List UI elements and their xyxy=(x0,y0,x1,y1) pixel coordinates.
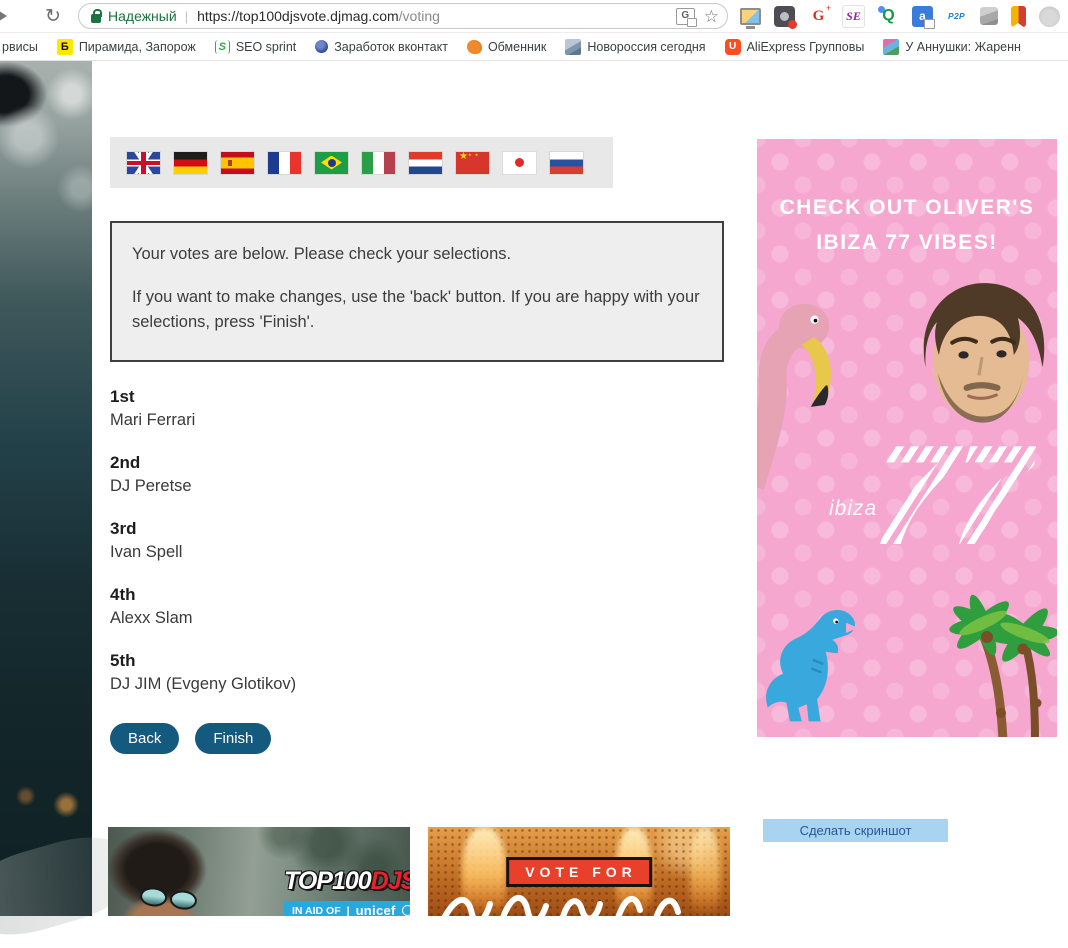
take-screenshot-button[interactable]: Сделать скриншот xyxy=(763,819,948,842)
banner-man-photo xyxy=(108,827,232,916)
ad-title: CHECK OUT OLIVER'S IBIZA 77 VIBES! xyxy=(757,191,1057,260)
url-text: https://top100djsvote.djmag.com/voting xyxy=(197,8,676,24)
secure-label: Надежный xyxy=(108,8,177,24)
flag-italy-icon[interactable] xyxy=(362,151,395,174)
in-aid-of-label: IN AID OF xyxy=(292,904,341,917)
browser-toolbar: ↻ Надежный | https://top100djsvote.djmag… xyxy=(0,0,1068,33)
flag-uk-icon[interactable] xyxy=(127,151,160,174)
unicef-emblem-icon xyxy=(401,905,410,916)
vote-item: 4th Alexx Slam xyxy=(110,584,530,630)
bookmark-star-icon[interactable]: ☆ xyxy=(704,8,719,25)
vote-item: 5th DJ JIM (Evgeny Glotikov) xyxy=(110,650,530,696)
vote-item: 3rd Ivan Spell xyxy=(110,518,530,564)
bookmark-item[interactable]: Новороссия сегодня xyxy=(565,38,706,55)
instructions-line-2: If you want to make changes, use the 'ba… xyxy=(132,287,700,332)
ad-title-line-1: CHECK OUT OLIVER'S xyxy=(779,196,1035,219)
instructions-line-1: Your votes are below. Please check your … xyxy=(132,245,512,263)
bookmark-item[interactable]: Заработок вконтакт xyxy=(315,40,448,54)
translate-page-icon[interactable]: G xyxy=(675,7,697,27)
forward-icon xyxy=(0,9,7,23)
se-service-icon[interactable]: SE xyxy=(842,4,865,28)
vote-dj-name: Alexx Slam xyxy=(110,609,193,628)
votes-list: 1st Mari Ferrari 2nd DJ Peretse 3rd Ivan… xyxy=(110,386,530,716)
page-content: Your votes are below. Please check your … xyxy=(0,60,1068,916)
translate-icon[interactable]: a xyxy=(912,5,935,29)
vote-item: 1st Mari Ferrari xyxy=(110,386,530,432)
vote-item: 2nd DJ Peretse xyxy=(110,452,530,498)
browser-chrome: ↻ Надежный | https://top100djsvote.djmag… xyxy=(0,0,1068,61)
vote-dj-name: DJ Peretse xyxy=(110,476,192,495)
ad-ibiza77-banner[interactable]: CHECK OUT OLIVER'S IBIZA 77 VIBES! ibiza… xyxy=(757,139,1057,737)
url-domain: https://top100djsvote.djmag.com xyxy=(197,8,399,24)
bookmark-item[interactable]: У Аннушки: Жаренн xyxy=(883,38,1021,55)
extensions-area: G SE Qa P2P xyxy=(740,3,1068,29)
vote-rank: 5th xyxy=(110,651,136,671)
flag-china-icon[interactable] xyxy=(456,151,489,174)
oliver-face-icon xyxy=(923,283,1045,423)
unicef-strip: IN AID OF | unicef xyxy=(284,901,410,916)
reload-button[interactable]: ↻ xyxy=(38,7,68,26)
bookmark-item[interactable]: рвисы xyxy=(2,40,38,54)
bookmarks-bar: рвисы Б Пирамида, Запорож S SEO sprint З… xyxy=(0,33,1068,61)
banner-top100djs[interactable]: TOP100DJS IN AID OF | unicef xyxy=(108,827,410,916)
flag-spain-icon[interactable] xyxy=(221,151,254,174)
ad-title-line-2: IBIZA 77 VIBES! xyxy=(816,230,998,254)
unicef-label: unicef xyxy=(355,903,396,916)
lock-icon xyxy=(91,8,102,23)
vote-dj-name: Mari Ferrari xyxy=(110,410,196,429)
vote-rank: 2nd xyxy=(110,453,141,473)
bookmark-flag-icon[interactable] xyxy=(1011,5,1026,28)
bookmark-item[interactable]: U AliExpress Групповы xyxy=(724,38,864,55)
77-numerals: 77 xyxy=(864,416,1040,575)
flag-russia-icon[interactable] xyxy=(550,151,583,174)
vote-rank: 1st xyxy=(110,387,135,406)
top100djs-logo: TOP100DJS xyxy=(284,867,410,895)
p2p-icon[interactable]: P2P xyxy=(946,6,967,27)
instructions-box: Your votes are below. Please check your … xyxy=(110,221,724,362)
background-photo xyxy=(0,60,92,916)
flag-germany-icon[interactable] xyxy=(174,151,207,174)
g-service-icon[interactable]: G xyxy=(808,3,831,27)
fire-disabled-icon[interactable] xyxy=(1039,5,1060,27)
finish-button[interactable]: Finish xyxy=(195,723,272,754)
flag-brazil-icon[interactable] xyxy=(315,151,348,174)
flag-netherlands-icon[interactable] xyxy=(409,151,442,174)
address-bar[interactable]: Надежный | https://top100djsvote.djmag.c… xyxy=(78,3,728,29)
blue-dot-icon xyxy=(315,40,329,53)
green-s-icon: S xyxy=(214,39,230,54)
forward-button[interactable] xyxy=(0,6,10,26)
aliexpress-icon: U xyxy=(724,38,741,55)
flag-france-icon[interactable] xyxy=(268,151,301,174)
unicef-divider: | xyxy=(346,904,350,917)
photo2-icon xyxy=(883,38,900,55)
bookmark-item[interactable]: S SEO sprint xyxy=(214,39,296,54)
sunglasses-icon xyxy=(139,886,198,911)
vote-for-label: VOTE FOR xyxy=(506,857,652,887)
script-signature-icon xyxy=(441,895,681,916)
back-button[interactable]: Back xyxy=(110,723,180,754)
palm-trees-icon xyxy=(949,594,1057,737)
squirrel-icon xyxy=(466,39,482,54)
vote-dj-name: Ivan Spell xyxy=(110,543,183,561)
screen-capture-icon[interactable] xyxy=(740,7,761,29)
cube-icon[interactable] xyxy=(980,7,998,25)
flag-japan-icon[interactable] xyxy=(503,151,536,174)
language-flags-strip xyxy=(110,137,613,188)
url-path: /voting xyxy=(398,8,440,24)
address-separator: | xyxy=(184,8,189,24)
photo-icon xyxy=(565,38,582,55)
camera-blocked-icon[interactable] xyxy=(774,5,797,29)
vote-dj-name: DJ JIM (Evgeny Glotikov) xyxy=(110,675,297,694)
banner-vote-for[interactable]: VOTE FOR xyxy=(428,827,730,916)
yellow-b-icon: Б xyxy=(56,38,73,55)
bookmark-item[interactable]: Б Пирамида, Запорож xyxy=(56,38,196,55)
vote-rank: 3rd xyxy=(110,519,137,539)
bookmark-item[interactable]: Обменник xyxy=(466,39,546,54)
vote-rank: 4th xyxy=(110,585,136,605)
actions-row: Back Finish xyxy=(110,723,272,754)
dinosaur-icon xyxy=(766,609,858,722)
q-refresh-icon[interactable]: Q xyxy=(878,5,899,27)
